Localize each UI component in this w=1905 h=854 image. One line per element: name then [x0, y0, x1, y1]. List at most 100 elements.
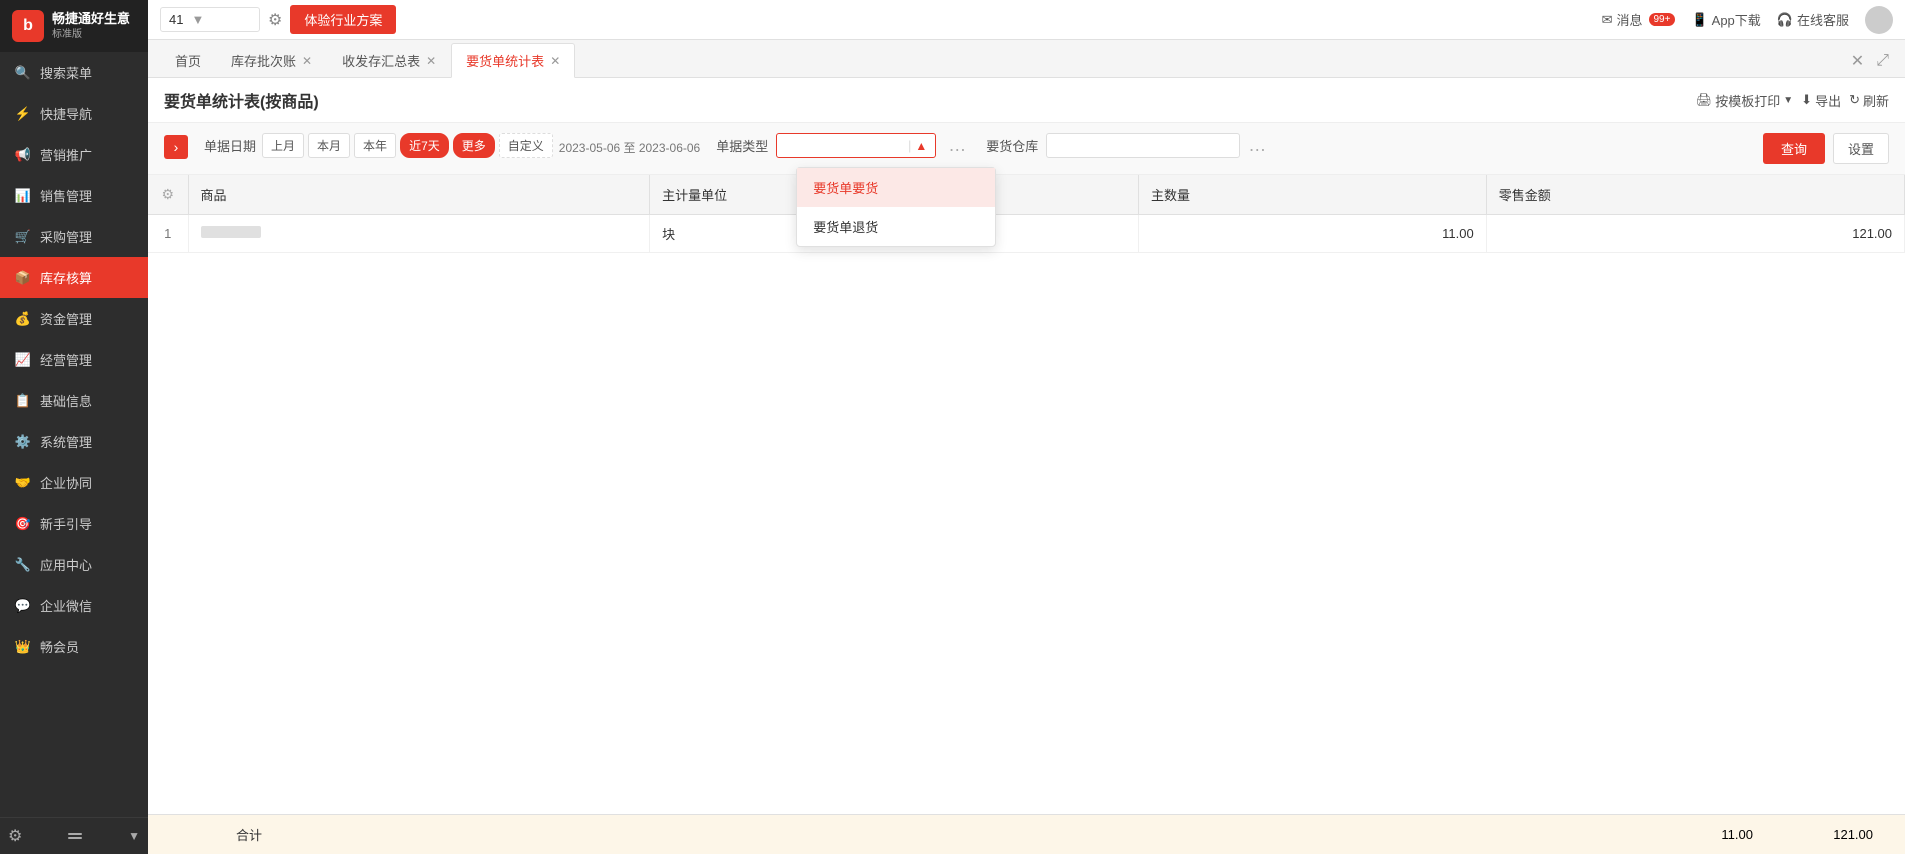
- brand-name: 畅捷通好生意: [52, 11, 130, 28]
- type-filter-group: 单据类型 | ▲ … 要货单要货 要货单退货: [716, 133, 970, 158]
- column-settings-icon[interactable]: ⚙: [161, 186, 174, 202]
- tab-close-icon[interactable]: ✕: [550, 54, 560, 68]
- org-selector[interactable]: 41 ▼: [160, 7, 260, 32]
- sidebar-collapse-btn[interactable]: [68, 833, 82, 839]
- row-product: [188, 215, 650, 253]
- sidebar-bottom: ⚙ ▼: [0, 817, 148, 854]
- date-filter-label: 单据日期: [204, 136, 256, 155]
- online-service-action[interactable]: 🎧 在线客服: [1777, 10, 1849, 29]
- table-row: 1 块 11.00 121.00: [148, 215, 1905, 253]
- refresh-action[interactable]: ↻ 刷新: [1849, 91, 1889, 110]
- sidebar-item-system[interactable]: ⚙️ 系统管理: [0, 421, 148, 462]
- sidebar-item-label: 系统管理: [40, 432, 92, 451]
- main-area: 41 ▼ ⚙ 体验行业方案 ✉ 消息 99+ 📱 App下载 🎧 在线客服: [148, 0, 1905, 854]
- sidebar-item-label: 销售管理: [40, 186, 92, 205]
- page-title: 要货单统计表(按商品): [164, 88, 319, 112]
- page-content: 要货单统计表(按商品) 🖨 按模板打印 ▼ ⬇ 导出 ↻ 刷新 ›: [148, 78, 1905, 854]
- sidebar-item-member[interactable]: 👑 畅会员: [0, 626, 148, 667]
- tab-summary[interactable]: 收发存汇总表 ✕: [327, 43, 451, 77]
- headset-icon: 🎧: [1777, 12, 1793, 28]
- sidebar-item-label: 采购管理: [40, 227, 92, 246]
- col-header-quantity: 主数量: [1139, 175, 1487, 215]
- query-btn[interactable]: 查询: [1763, 133, 1825, 164]
- warehouse-filter-label: 要货仓库: [986, 136, 1038, 155]
- type-dropdown: 要货单要货 要货单退货: [796, 167, 996, 247]
- message-action[interactable]: ✉ 消息 99+: [1602, 10, 1676, 29]
- sidebar-item-purchase[interactable]: 🛒 采购管理: [0, 216, 148, 257]
- tab-close-all-btn[interactable]: ✕: [1847, 49, 1868, 73]
- chevron-down-icon: ▼: [191, 12, 204, 27]
- sales-icon: 📊: [14, 187, 32, 205]
- brand-tag: 标准版: [52, 28, 130, 41]
- select-separator-icon: |: [908, 138, 911, 153]
- date-btn-last-month[interactable]: 上月: [262, 133, 304, 158]
- sidebar-item-basic[interactable]: 📋 基础信息: [0, 380, 148, 421]
- sidebar: b 畅捷通好生意 标准版 🔍 搜索菜单 ⚡ 快捷导航 📢 营销推广 📊 销售管理…: [0, 0, 148, 854]
- sidebar-item-label: 企业微信: [40, 596, 92, 615]
- print-icon: 🖨: [1696, 92, 1713, 108]
- footer-label: 合计: [200, 825, 262, 844]
- warehouse-input[interactable]: [1046, 133, 1240, 158]
- type-filter-select[interactable]: | ▲: [776, 133, 936, 158]
- message-badge: 99+: [1649, 13, 1676, 26]
- date-btn-recent7[interactable]: 近7天: [400, 133, 449, 158]
- purchase-icon: 🛒: [14, 228, 32, 246]
- topbar: 41 ▼ ⚙ 体验行业方案 ✉ 消息 99+ 📱 App下载 🎧 在线客服: [148, 0, 1905, 40]
- export-icon: ⬇: [1801, 92, 1812, 108]
- collab-icon: 🤝: [14, 474, 32, 492]
- export-action[interactable]: ⬇ 导出: [1801, 91, 1841, 110]
- type-filter-label: 单据类型: [716, 136, 768, 155]
- sidebar-item-search[interactable]: 🔍 搜索菜单: [0, 52, 148, 93]
- settings-gear-icon[interactable]: ⚙: [268, 10, 282, 30]
- sidebar-item-collab[interactable]: 🤝 企业协同: [0, 462, 148, 503]
- data-table: ⚙ 商品 主计量单位 主数量 零售金额 1 块 11.00 121.00: [148, 175, 1905, 253]
- sidebar-scroll-down-btn[interactable]: ▼: [128, 829, 140, 843]
- tab-label: 库存批次账: [231, 51, 296, 70]
- marketing-icon: 📢: [14, 146, 32, 164]
- dropdown-item-return[interactable]: 要货单退货: [797, 207, 995, 246]
- tab-close-icon[interactable]: ✕: [302, 54, 312, 68]
- tab-home[interactable]: 首页: [160, 43, 216, 77]
- sidebar-item-label: 应用中心: [40, 555, 92, 574]
- sidebar-item-inventory[interactable]: 📦 库存核算: [0, 257, 148, 298]
- warehouse-more-icon[interactable]: …: [1248, 135, 1266, 156]
- sidebar-settings-btn[interactable]: ⚙: [8, 826, 22, 846]
- date-filter-group: 单据日期 上月 本月 本年 近7天 更多 自定义 2023-05-06 至 20…: [204, 133, 700, 158]
- app-download-action[interactable]: 📱 App下载: [1691, 10, 1760, 29]
- sidebar-item-finance[interactable]: 💰 资金管理: [0, 298, 148, 339]
- row-amount: 121.00: [1486, 215, 1904, 253]
- logo-icon: b: [12, 10, 44, 42]
- avatar[interactable]: [1865, 6, 1893, 34]
- tab-expand-btn[interactable]: ⤢: [1872, 50, 1893, 72]
- dropdown-item-order[interactable]: 要货单要货: [797, 168, 995, 207]
- sidebar-item-label: 搜索菜单: [40, 63, 92, 82]
- sidebar-item-label: 基础信息: [40, 391, 92, 410]
- date-btn-this-year[interactable]: 本年: [354, 133, 396, 158]
- tab-close-icon[interactable]: ✕: [426, 54, 436, 68]
- org-name: 41: [169, 12, 183, 27]
- date-btn-custom[interactable]: 自定义: [499, 133, 553, 158]
- operations-icon: 📈: [14, 351, 32, 369]
- tab-inventory-batch[interactable]: 库存批次账 ✕: [216, 43, 327, 77]
- sidebar-item-weixin[interactable]: 💬 企业微信: [0, 585, 148, 626]
- filter-more-btn[interactable]: …: [944, 135, 970, 156]
- filter-expand-btn[interactable]: ›: [164, 135, 188, 159]
- sidebar-item-appcenter[interactable]: 🔧 应用中心: [0, 544, 148, 585]
- date-btn-this-month[interactable]: 本月: [308, 133, 350, 158]
- warehouse-filter-group: 要货仓库 …: [986, 133, 1266, 158]
- table-container: ⚙ 商品 主计量单位 主数量 零售金额 1 块 11.00 121.00: [148, 175, 1905, 814]
- tab-order-stats[interactable]: 要货单统计表 ✕: [451, 43, 575, 78]
- set-btn[interactable]: 设置: [1833, 133, 1889, 164]
- footer-quantity: 11.00: [1653, 827, 1773, 842]
- sidebar-item-marketing[interactable]: 📢 营销推广: [0, 134, 148, 175]
- export-label: 导出: [1815, 91, 1841, 110]
- industry-btn[interactable]: 体验行业方案: [290, 5, 396, 34]
- row-index: 1: [148, 215, 188, 253]
- sidebar-item-quicknav[interactable]: ⚡ 快捷导航: [0, 93, 148, 134]
- sidebar-item-operations[interactable]: 📈 经营管理: [0, 339, 148, 380]
- sidebar-item-guide[interactable]: 🎯 新手引导: [0, 503, 148, 544]
- print-label: 按模板打印: [1715, 91, 1780, 110]
- print-action[interactable]: 🖨 按模板打印 ▼: [1696, 91, 1793, 110]
- sidebar-item-sales[interactable]: 📊 销售管理: [0, 175, 148, 216]
- date-btn-more[interactable]: 更多: [453, 133, 495, 158]
